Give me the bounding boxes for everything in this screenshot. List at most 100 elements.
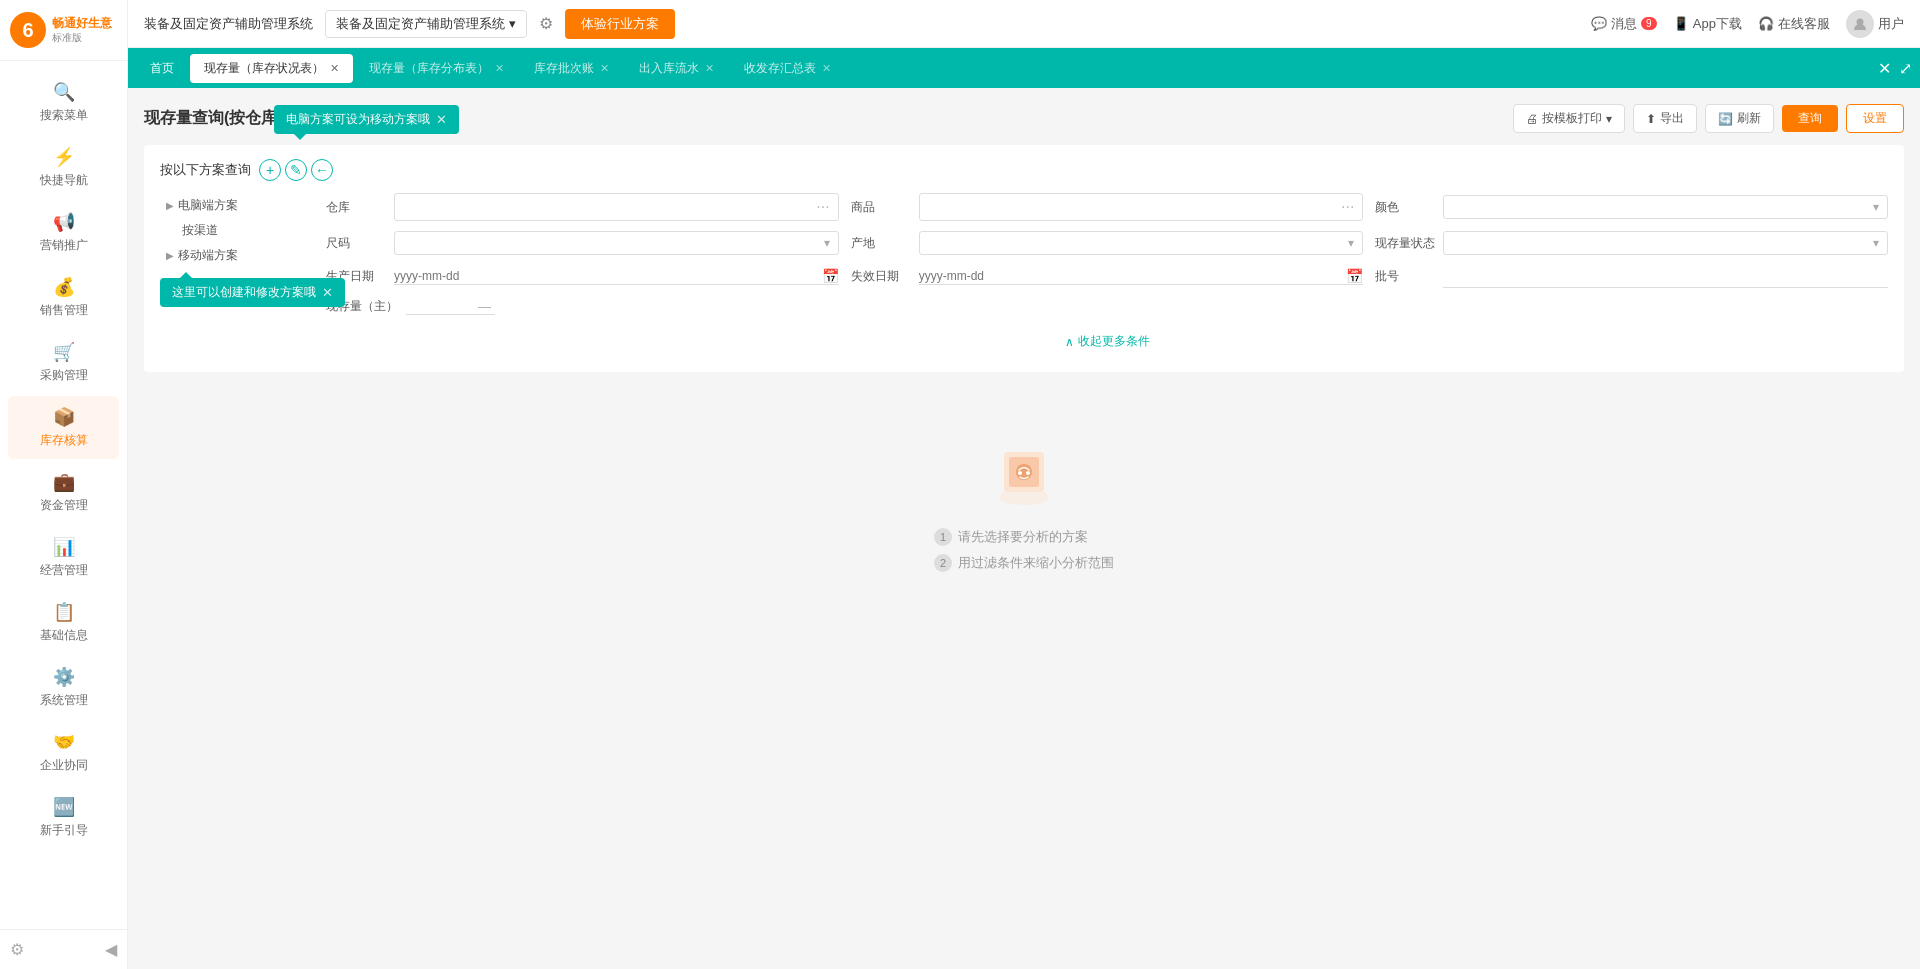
filter-panel: 按以下方案查询 + ✎ ← 电脑方案可设为移动方案哦 ✕ [144,145,1904,372]
tab-inventory-status[interactable]: 现存量（库存状况表） ✕ [190,54,353,83]
maximize-icon[interactable]: ⤢ [1899,59,1912,78]
chevron-up-icon: ∧ [1065,335,1074,349]
color-select[interactable]: ▾ [1443,195,1888,219]
page-actions: 🖨 按模板打印 ▾ ⬆ 导出 🔄 刷新 查询 设置 [1513,104,1904,133]
sidebar-item-quick[interactable]: ⚡快捷导航 [8,136,119,199]
edit-scheme-btn[interactable]: ✎ [285,159,307,181]
export-btn[interactable]: ⬆ 导出 [1633,104,1697,133]
system-selector[interactable]: 装备及固定资产辅助管理系统 ▾ [325,10,527,38]
produce-date-input[interactable]: 📅 [394,268,839,285]
filter-fields: 仓库 ··· 商品 ··· [326,193,1888,358]
refresh-btn[interactable]: 🔄 刷新 [1705,104,1774,133]
tooltip1-close[interactable]: ✕ [436,112,447,127]
empty-text: 1 请先选择要分析的方案 2 用过滤条件来缩小分析范围 [934,528,1114,572]
size-select-arrow: ▾ [824,236,830,250]
tab-batch-close[interactable]: ✕ [600,62,609,75]
filter-row-3: 生产日期 📅 失效日期 📅 [326,265,1888,288]
collapse-sidebar-icon[interactable]: ◀ [105,940,117,959]
sidebar-label-search: 搜索菜单 [40,107,88,124]
tab-inventory-dist-close[interactable]: ✕ [495,62,504,75]
back-btn[interactable]: ← [311,159,333,181]
batch-input[interactable] [1443,265,1888,288]
sales-icon: 💰 [53,276,75,298]
add-scheme-btn[interactable]: + [259,159,281,181]
tooltip-create-scheme: 这里可以创建和修改方案哦 ✕ [160,278,345,307]
purchase-icon: 🛒 [53,341,75,363]
tab-inventory-status-close[interactable]: ✕ [330,62,339,75]
sidebar-bottom: ⚙ ◀ [0,929,127,969]
query-btn[interactable]: 查询 [1782,105,1838,132]
settings-icon[interactable]: ⚙ [10,940,24,959]
sidebar-item-guide[interactable]: 🆕新手引导 [8,786,119,849]
close-all-tabs-icon[interactable]: ✕ [1878,59,1891,78]
tab-inout[interactable]: 出入库流水 ✕ [625,54,728,83]
warehouse-dots[interactable]: ··· [816,198,829,216]
message-btn[interactable]: 💬 消息 9 [1591,15,1657,33]
expire-date-label: 失效日期 [851,268,911,285]
sidebar-item-purchase[interactable]: 🛒采购管理 [8,331,119,394]
scheme-desktop-arrow: ▶ [166,200,174,211]
scheme-desktop-label: 电脑端方案 [178,197,238,214]
collapse-btn[interactable]: ∧ 收起更多条件 [326,325,1888,358]
sidebar-item-marketing[interactable]: 📢营销推广 [8,201,119,264]
expire-date-input[interactable]: 📅 [919,268,1364,285]
goods-dots[interactable]: ··· [1341,198,1354,216]
page-content: 现存量查询(按仓库+商品) 🖨 按模板打印 ▾ ⬆ 导出 🔄 刷新 [128,88,1920,969]
sidebar-item-basic[interactable]: 📋基础信息 [8,591,119,654]
settings-query-btn[interactable]: 设置 [1846,104,1904,133]
sidebar-item-system[interactable]: ⚙️系统管理 [8,656,119,719]
size-select[interactable]: ▾ [394,231,839,255]
sidebar-item-finance[interactable]: 💼资金管理 [8,461,119,524]
sidebar-item-search[interactable]: 🔍搜索菜单 [8,71,119,134]
expire-date-calendar-icon[interactable]: 📅 [1346,268,1363,284]
tab-home[interactable]: 首页 [136,54,188,83]
tab-bar: 首页 现存量（库存状况表） ✕ 现存量（库存分布表） ✕ 库存批次账 ✕ 出入库… [128,48,1920,88]
sidebar-item-sales[interactable]: 💰销售管理 [8,266,119,329]
tab-inout-close[interactable]: ✕ [705,62,714,75]
user-btn[interactable]: 用户 [1846,10,1904,38]
filter-color: 颜色 ▾ [1375,193,1888,221]
sidebar: 6 畅通好生意 标准版 🔍搜索菜单⚡快捷导航📢营销推广💰销售管理🛒采购管理📦库存… [0,0,128,969]
stock-qty-min[interactable] [406,299,466,313]
scheme-mobile-arrow: ▶ [166,250,174,261]
industry-btn[interactable]: 体验行业方案 [565,9,675,39]
sidebar-item-enterprise[interactable]: 🤝企业协同 [8,721,119,784]
goods-input[interactable]: ··· [919,193,1364,221]
filter-row-1: 仓库 ··· 商品 ··· [326,193,1888,221]
warehouse-input[interactable]: ··· [394,193,839,221]
stock-status-select[interactable]: ▾ [1443,231,1888,255]
stock-qty-dash: — [478,299,491,314]
tab-collect-close[interactable]: ✕ [822,62,831,75]
scheme-mobile[interactable]: ▶ 移动端方案 [160,243,310,268]
header-gear-icon[interactable]: ⚙ [539,14,553,33]
tooltip2-close[interactable]: ✕ [322,285,333,300]
filter-row-2: 尺码 ▾ 产地 ▾ [326,231,1888,255]
tooltip-scheme-mobile: 电脑方案可设为移动方案哦 ✕ [274,105,459,134]
stock-qty-range[interactable]: — [406,299,495,315]
print-btn[interactable]: 🖨 按模板打印 ▾ [1513,104,1625,133]
nav-items: 🔍搜索菜单⚡快捷导航📢营销推广💰销售管理🛒采购管理📦库存核算💼资金管理📊经营管理… [0,61,127,929]
filter-stock-qty: 现存量（主） — [326,298,495,315]
produce-date-calendar-icon[interactable]: 📅 [822,268,839,284]
sidebar-logo: 6 畅通好生意 标准版 [0,0,127,61]
sidebar-item-inventory[interactable]: 📦库存核算 [8,396,119,459]
produce-date-field[interactable] [394,269,818,283]
message-icon: 💬 [1591,16,1607,31]
content-inner: 现存量查询(按仓库+商品) 🖨 按模板打印 ▾ ⬆ 导出 🔄 刷新 [128,88,1920,648]
headset-icon: 🎧 [1758,16,1774,31]
tab-collect[interactable]: 收发存汇总表 ✕ [730,54,845,83]
tab-batch[interactable]: 库存批次账 ✕ [520,54,623,83]
tab-inventory-dist[interactable]: 现存量（库存分布表） ✕ [355,54,518,83]
online-support-btn[interactable]: 🎧 在线客服 [1758,15,1830,33]
expire-date-field[interactable] [919,269,1343,283]
app-download-btn[interactable]: 📱 App下载 [1673,15,1742,33]
quick-icon: ⚡ [53,146,75,168]
sidebar-item-operations[interactable]: 📊经营管理 [8,526,119,589]
scheme-desktop[interactable]: ▶ 电脑端方案 [160,193,310,218]
origin-select[interactable]: ▾ [919,231,1364,255]
color-label: 颜色 [1375,199,1435,216]
sidebar-label-finance: 资金管理 [40,497,88,514]
filter-produce-date: 生产日期 📅 [326,265,839,288]
sidebar-label-system: 系统管理 [40,692,88,709]
scheme-channel[interactable]: 按渠道 [176,218,310,243]
